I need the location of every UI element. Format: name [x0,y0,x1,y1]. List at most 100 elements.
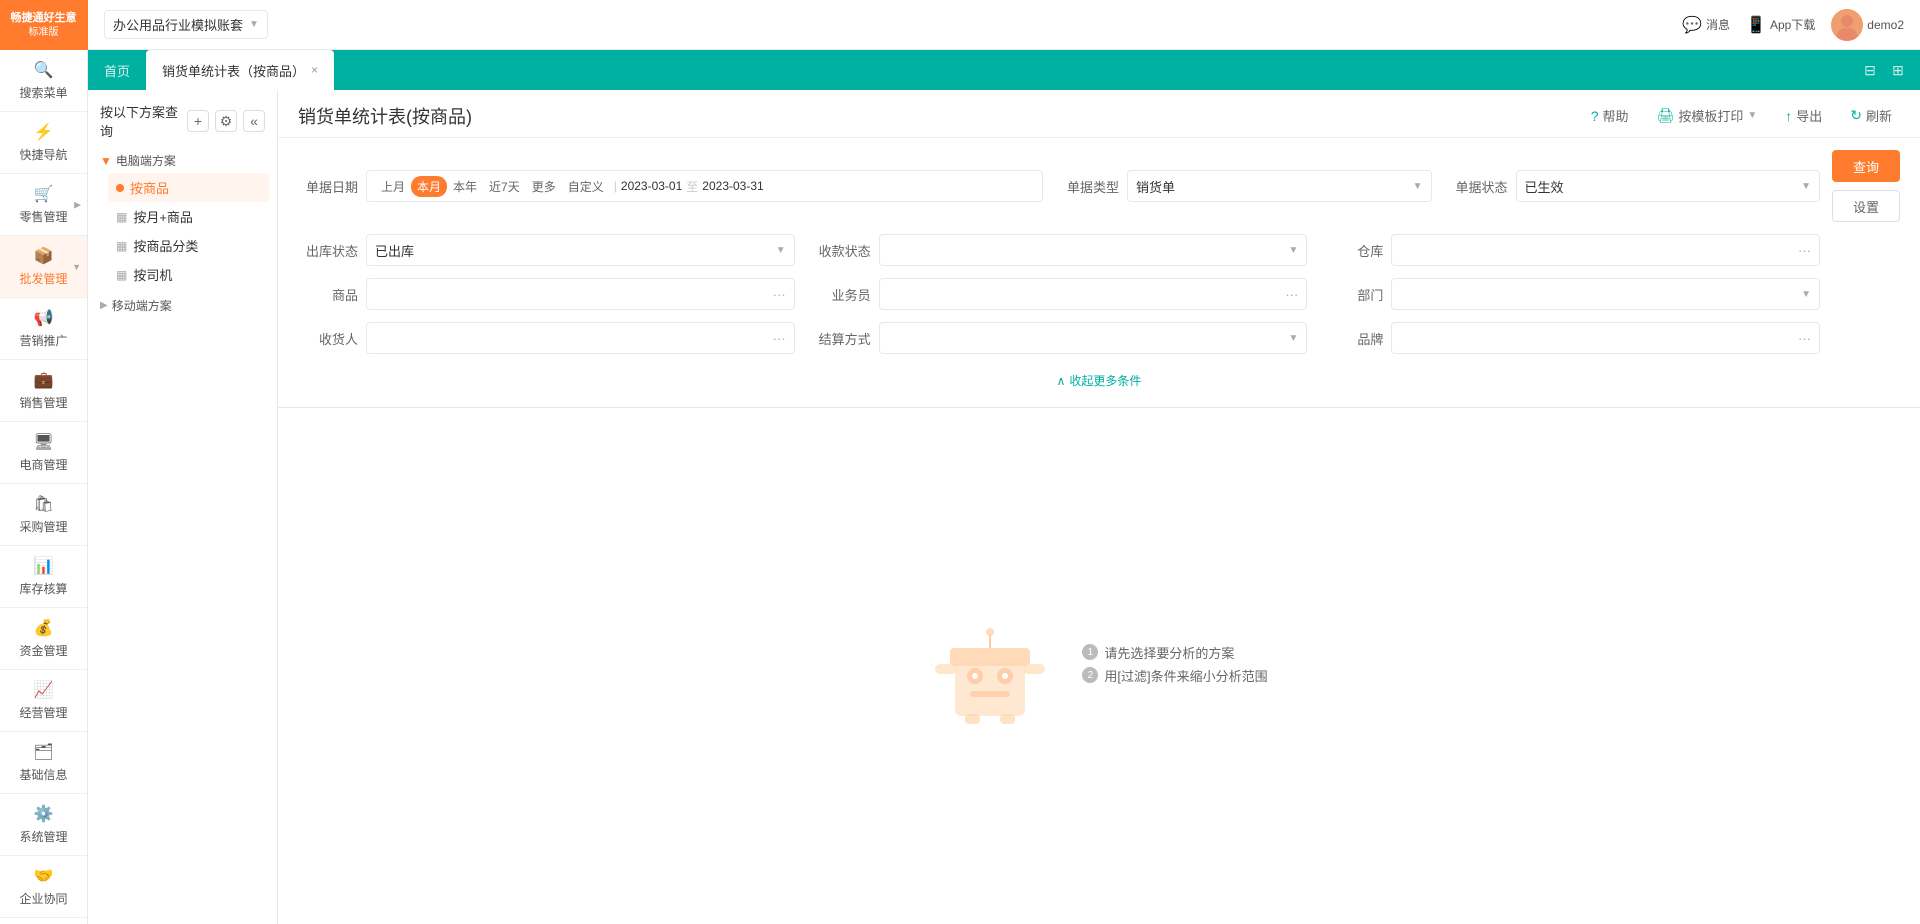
sidebar-item-operations[interactable]: 📈 经营管理 [0,670,87,732]
settings-button[interactable]: 设置 [1832,190,1900,222]
sidebar-item-inventory[interactable]: 📊 库存核算 [0,546,87,608]
sidebar-item-purchase[interactable]: 🛍 采购管理 [0,484,87,546]
hint-2-text: 用[过滤]条件来缩小分析范围 [1104,666,1267,685]
sidebar-item-system[interactable]: ⚙️ 系统管理 [0,794,87,856]
date-tab-more[interactable]: 更多 [526,176,562,197]
department-label: 部门 [1323,285,1383,304]
sidebar-item-finance[interactable]: 💰 资金管理 [0,608,87,670]
scheme-item-by-category[interactable]: ▦ 按商品分类 [108,231,269,260]
export-btn[interactable]: ↑ 导出 [1777,102,1830,129]
date-from-value: 2023-03-01 [621,179,682,193]
product-select[interactable]: ··· [366,278,795,310]
table-icon: ▦ [116,239,127,253]
app-logo[interactable]: 畅捷通好生意 标准版 [0,0,88,50]
sidebar-item-ecommerce[interactable]: 🖥 电商管理 [0,422,87,484]
chevron-down-icon: ▼ [1288,245,1298,256]
filter-row-4: 收货人 ··· 结算方式 ▼ 品牌 [298,322,1900,354]
collapse-sidebar-btn[interactable]: « [243,110,265,132]
sidebar-item-quick-nav[interactable]: ⚡ 快捷导航 [0,112,87,174]
hint-num-1: 1 [1082,644,1098,660]
scheme-item-by-product[interactable]: 按商品 [108,173,269,202]
tab-active[interactable]: 销货单统计表（按商品） × [146,50,334,90]
tab-home-label: 首页 [104,61,130,80]
payment-method-select[interactable]: ▼ [879,322,1308,354]
sidebar-item-label: 系统管理 [19,828,67,845]
template-print-btn[interactable]: 🖨 按模板打印 ▼ [1649,102,1766,129]
sidebar-item-basic[interactable]: 🗂 基础信息 [0,732,87,794]
sidebar-item-sales[interactable]: 💼 销售管理 [0,360,87,422]
sidebar-item-label: 库存核算 [19,580,67,597]
chevron-down-icon: ▼ [1413,181,1423,192]
mobile-group-header[interactable]: ▶ 移动端方案 [96,293,269,318]
collapse-btn[interactable]: ∧ 收起更多条件 [298,366,1900,395]
operations-icon: 📈 [34,680,54,700]
warehouse-label: 仓库 [1323,241,1383,260]
stock-status-select[interactable]: 已出库 ▼ [366,234,795,266]
tab-bar: 首页 销货单统计表（按商品） × ⊟ ⊞ [88,50,1920,90]
desktop-group-header[interactable]: ▼ 电脑端方案 [96,148,269,173]
chevron-down-icon: ▼ [100,154,112,168]
download-app-btn[interactable]: 📱 App下载 [1746,15,1815,35]
message-btn[interactable]: 💬 消息 [1682,15,1730,35]
message-icon: 💬 [1682,15,1702,35]
date-tab-this-year[interactable]: 本年 [447,176,483,197]
date-tab-7days[interactable]: 近7天 [483,176,526,197]
help-icon: ? [1591,108,1599,124]
query-button[interactable]: 查询 [1832,150,1900,182]
finance-icon: 💰 [34,618,54,638]
staff-label: 业务员 [811,285,871,304]
brand-field: 品牌 ··· [1323,322,1820,354]
sidebar-item-wholesale[interactable]: 📦 批发管理 ▼ [0,236,87,298]
empty-robot-svg [930,606,1050,726]
doc-type-select[interactable]: 销货单 ▼ [1127,170,1432,202]
logo-line1: 畅捷通好生意 [11,11,77,25]
wholesale-icon: 📦 [34,246,54,266]
warehouse-select[interactable]: ··· [1391,234,1820,266]
username-label: demo2 [1867,18,1904,32]
user-profile[interactable]: demo2 [1831,9,1904,41]
scheme-item-by-cashier[interactable]: ▦ 按司机 [108,260,269,289]
window-controls: ⊟ ⊞ [1860,60,1920,80]
recipient-ellipsis: ··· [773,331,786,346]
date-tab-custom[interactable]: 自定义 [562,176,610,197]
minimize-btn[interactable]: ⊟ [1860,60,1880,80]
sidebar-item-label: 快捷导航 [19,146,67,163]
refresh-icon: ↻ [1850,107,1862,124]
recipient-select[interactable]: ··· [366,322,795,354]
print-icon: 🖨 [1657,107,1675,124]
sidebar-item-marketing[interactable]: 📢 营销推广 [0,298,87,360]
date-tab-this-month[interactable]: 本月 [411,176,447,197]
date-range-separator: 至 [686,178,698,195]
date-tab-last-month[interactable]: 上月 [375,176,411,197]
department-select[interactable]: ▼ [1391,278,1820,310]
sidebar-item-label: 营销推广 [19,332,67,349]
help-btn[interactable]: ? 帮助 [1583,102,1637,129]
sidebar-item-search-menu[interactable]: 🔍 搜索菜单 [0,50,87,112]
sidebar-item-new-guide[interactable]: 🎓 新手引导 [0,918,87,924]
refresh-btn[interactable]: ↻ 刷新 [1842,102,1900,129]
desktop-group-label: 电脑端方案 [116,152,176,169]
staff-select[interactable]: ··· [879,278,1308,310]
tab-home[interactable]: 首页 [88,50,146,90]
page-header-actions: ? 帮助 🖨 按模板打印 ▼ ↑ 导出 ↻ 刷新 [1583,102,1900,129]
table-icon: ▦ [116,210,127,224]
add-scheme-btn[interactable]: + [187,110,209,132]
staff-ellipsis: ··· [1285,287,1298,302]
collapse-label: 收起更多条件 [1069,372,1141,389]
sidebar-item-retail[interactable]: 🛒 零售管理 ▶ [0,174,87,236]
top-header: 办公用品行业模拟账套 ▼ 💬 消息 📱 App下载 [88,0,1920,50]
settings-scheme-btn[interactable]: ⚙ [215,110,237,132]
payment-method-label: 结算方式 [811,329,871,348]
doc-status-select[interactable]: 已生效 ▼ [1516,170,1821,202]
sidebar-item-enterprise-coop[interactable]: 🤝 企业协同 [0,856,87,918]
payment-status-select[interactable]: ▼ [879,234,1308,266]
app-selector[interactable]: 办公用品行业模拟账套 ▼ [104,10,268,39]
tab-close-btn[interactable]: × [311,64,318,76]
doc-type-label: 单据类型 [1059,177,1119,196]
brand-select[interactable]: ··· [1391,322,1820,354]
maximize-btn[interactable]: ⊞ [1888,60,1908,80]
tab-active-label: 销货单统计表（按商品） [162,61,305,80]
scheme-item-by-month-product[interactable]: ▦ 按月+商品 [108,202,269,231]
date-range-input[interactable]: 上月 本月 本年 近7天 更多 自定义 | 2023-03-01 至 2023-… [366,170,1043,202]
chevron-down-icon: ▼ [776,245,786,256]
